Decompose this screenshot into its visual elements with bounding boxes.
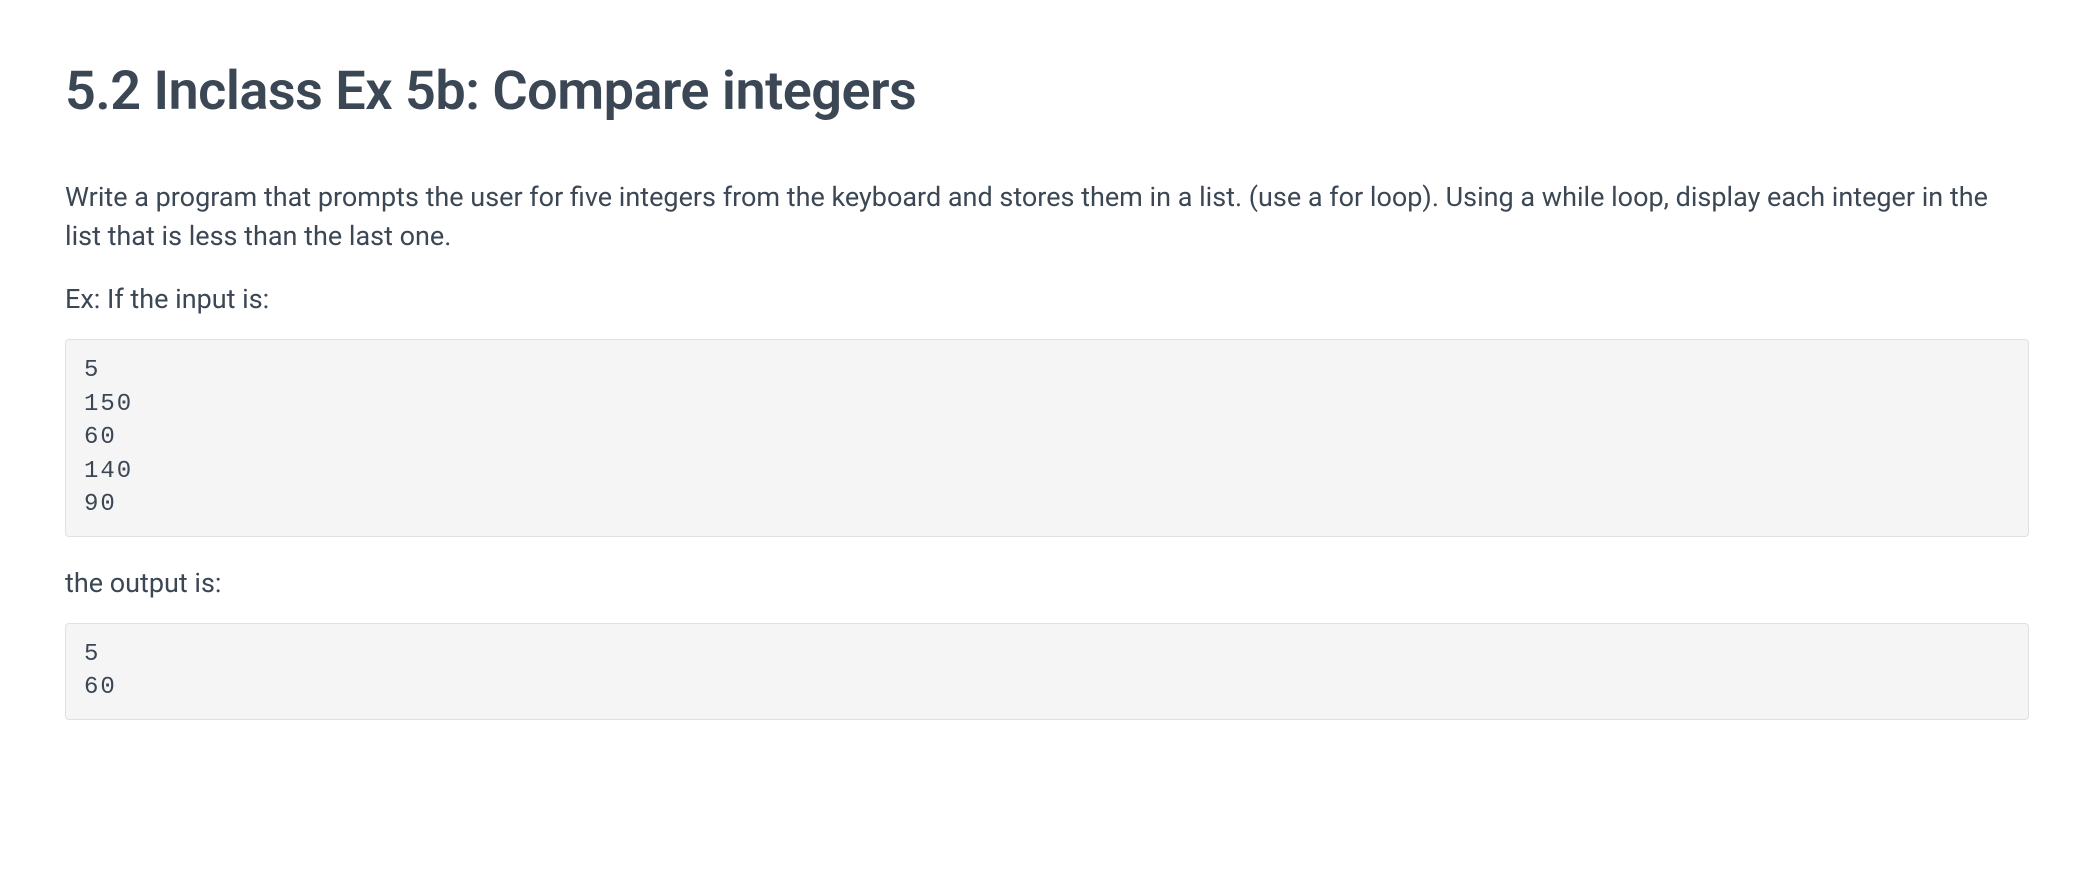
input-example-block: 5 150 60 140 90 xyxy=(65,339,2029,537)
page-title: 5.2 Inclass Ex 5b: Compare integers xyxy=(65,60,2029,123)
output-example-block: 5 60 xyxy=(65,623,2029,720)
problem-description: Write a program that prompts the user fo… xyxy=(65,178,2029,256)
input-label: Ex: If the input is: xyxy=(65,281,2029,319)
output-label: the output is: xyxy=(65,565,2029,603)
